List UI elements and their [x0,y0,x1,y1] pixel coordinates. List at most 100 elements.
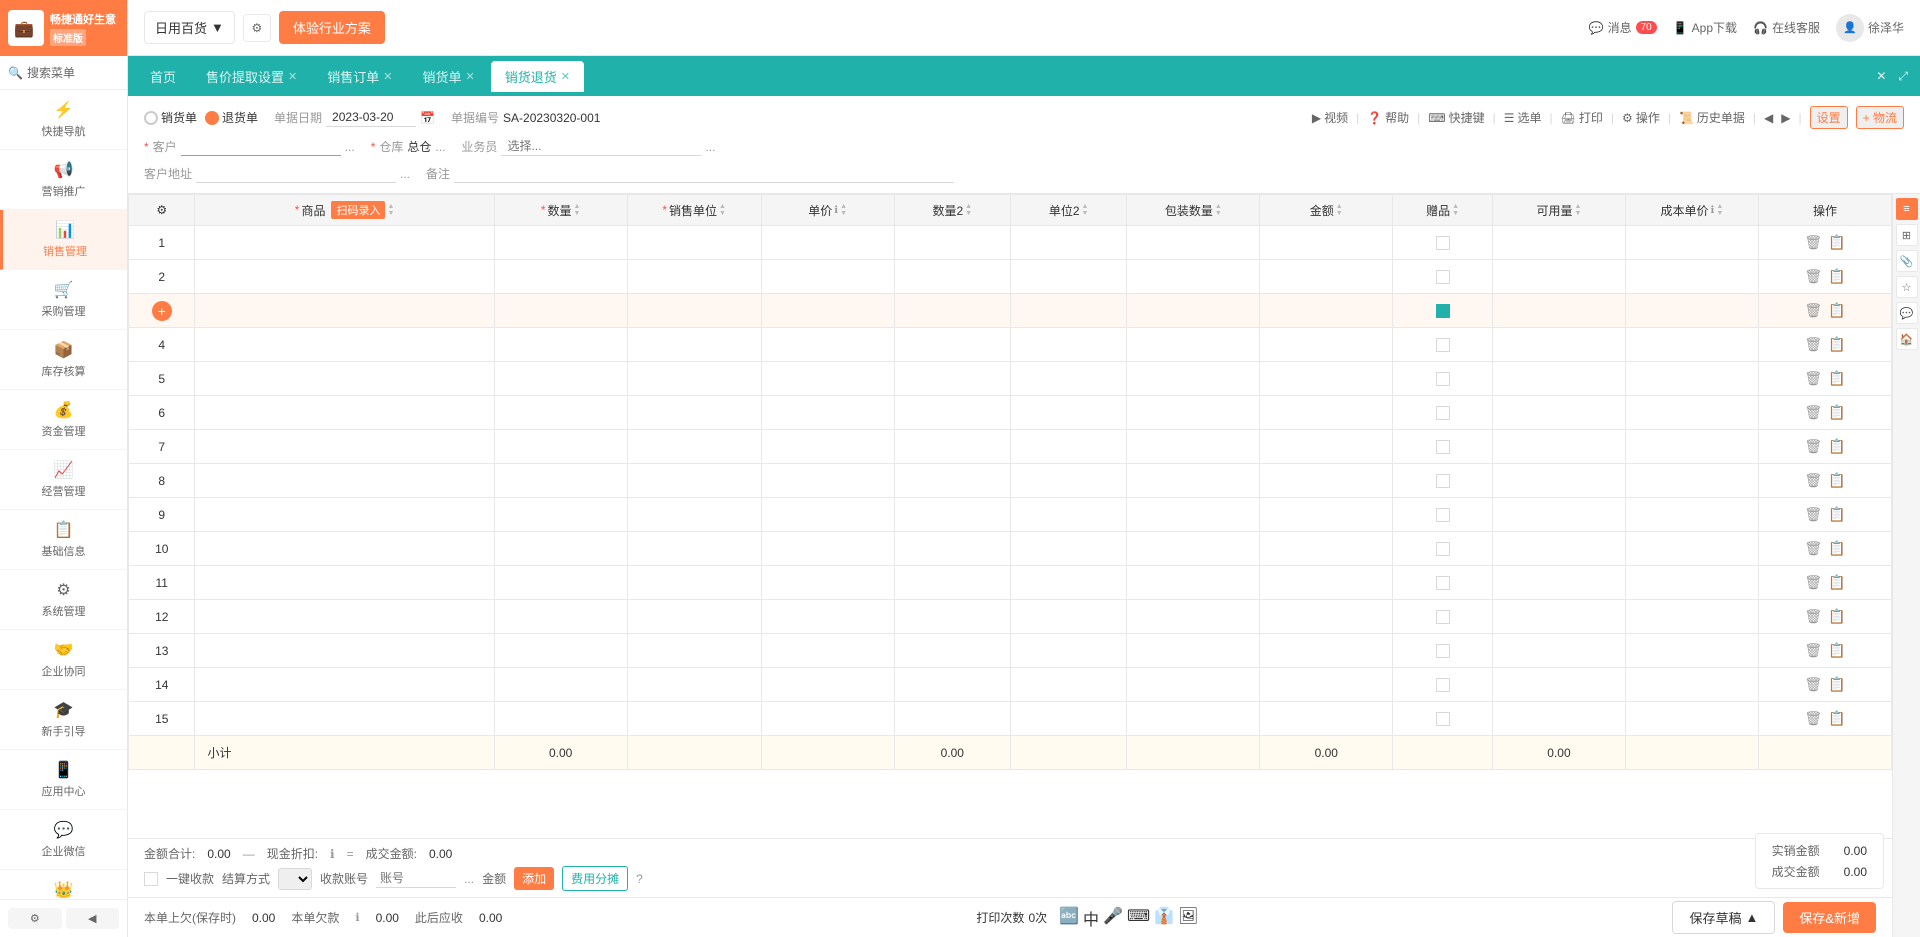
radio-return[interactable]: 退货单 [205,109,258,126]
operations-btn[interactable]: ⚙ 操作 [1622,109,1660,126]
qty2-cell[interactable] [894,226,1010,260]
qty-cell[interactable] [494,260,627,294]
note-input[interactable] [454,164,954,183]
tab-home[interactable]: 首页 [136,61,190,92]
unit2-cell[interactable] [1010,226,1126,260]
tab-close-icon[interactable]: ✕ [383,70,392,83]
delete-btn[interactable]: 🗑 [1804,506,1822,523]
comment-btn[interactable]: 💬 [1896,302,1918,324]
product-cell[interactable] [195,226,494,260]
delete-btn[interactable]: 🗑 [1804,608,1822,625]
user-profile[interactable]: 👤 徐泽华 [1836,14,1904,42]
message-btn[interactable]: 💬 消息 70 [1589,19,1657,36]
delete-btn[interactable]: 🗑 [1804,370,1822,387]
radio-sales[interactable]: 销货单 [144,109,197,126]
app-download-btn[interactable]: 📱 App下载 [1673,19,1737,36]
sidebar-collapse-btn[interactable]: ◀ [66,908,120,929]
experience-button[interactable]: 体验行业方案 [279,11,385,44]
delete-btn[interactable]: 🗑 [1804,642,1822,659]
cost-cell[interactable] [1625,294,1758,328]
sidebar-item-apps[interactable]: 📱 应用中心 [0,750,127,810]
scan-btn[interactable]: 扫码录入 [331,201,385,219]
date-input[interactable] [326,108,416,127]
fee-split-btn[interactable]: 费用分摊 [562,866,628,891]
tab-sales-delivery[interactable]: 销货单 ✕ [408,61,488,92]
sidebar-item-system[interactable]: ⚙ 系统管理 [0,570,127,630]
cash-discount-info[interactable]: ℹ [330,847,335,861]
equals-btn[interactable]: = [347,847,354,861]
copy-btn[interactable]: 📋 [1828,234,1845,251]
customer-dots[interactable]: ... [345,140,355,154]
save-new-button[interactable]: 保存&新增 [1783,902,1876,933]
delete-btn[interactable]: 🗑 [1804,438,1822,455]
gear-icon[interactable]: ⚙ [156,203,167,217]
sidebar-item-wechat[interactable]: 💬 企业微信 [0,810,127,870]
amount-cell[interactable] [1260,294,1393,328]
sidebar-item-member[interactable]: 👑 畅会员 [0,870,127,899]
star-btn[interactable]: ☆ [1896,276,1918,298]
sidebar-item-quick-nav[interactable]: ⚡ 快捷导航 [0,90,127,150]
copy-btn[interactable]: 📋 [1828,642,1845,659]
tab-sales-return[interactable]: 销货退货 ✕ [491,61,584,92]
unit-cell[interactable] [627,294,761,328]
pack-cell[interactable] [1127,260,1260,294]
qty-cell[interactable] [494,226,627,260]
sidebar-item-sales[interactable]: 📊 销售管理 [0,210,127,270]
tab-sales-order[interactable]: 销售订单 ✕ [313,61,406,92]
pack-cell[interactable] [1127,294,1260,328]
add-payment-btn[interactable]: 添加 [514,867,554,890]
sidebar-item-operations[interactable]: 📈 经营管理 [0,450,127,510]
product-input[interactable] [203,304,485,318]
save-draft-button[interactable]: 保存草稿 ▲ [1672,901,1775,934]
sidebar-item-basic[interactable]: 📋 基础信息 [0,510,127,570]
history-btn[interactable]: 📜 历史单据 [1679,109,1745,126]
amount-cell[interactable] [1260,260,1393,294]
copy-btn[interactable]: 📋 [1828,574,1845,591]
category-select[interactable]: 日用百货 ▼ [144,11,235,44]
qty-cell[interactable] [494,294,627,328]
product-cell[interactable] [195,260,494,294]
tab-close-icon[interactable]: ✕ [288,70,297,83]
select-btn[interactable]: ☰ 选单 [1504,109,1542,126]
logistics-button[interactable]: + 物流 [1856,106,1904,129]
close-tab-btn[interactable]: ✕ [1872,67,1890,85]
sidebar-item-purchase[interactable]: 🛒 采购管理 [0,270,127,330]
unit2-cell[interactable] [1010,294,1126,328]
sidebar-item-enterprise[interactable]: 🤝 企业协同 [0,630,127,690]
copy-btn[interactable]: 📋 [1828,438,1845,455]
delete-btn[interactable]: 🗑 [1804,336,1822,353]
salesperson-input[interactable] [501,137,701,156]
copy-btn[interactable]: 📋 [1828,370,1845,387]
maximize-btn[interactable]: ⤢ [1894,67,1912,86]
available-cell[interactable] [1492,260,1625,294]
pay-checkbox[interactable] [144,872,158,886]
online-service-btn[interactable]: 🎧 在线客服 [1753,19,1820,36]
add-row-button[interactable]: + [152,301,172,321]
salesperson-dots[interactable]: ... [705,140,715,154]
product-cell-active[interactable] [195,294,494,328]
shortcuts-btn[interactable]: ⌨ 快捷键 [1428,109,1484,126]
delete-btn[interactable]: 🗑 [1804,472,1822,489]
settings-button[interactable]: 设置 [1810,106,1848,129]
copy-btn[interactable]: 📋 [1828,336,1845,353]
delete-btn[interactable]: 🗑 [1804,710,1822,727]
account-dots[interactable]: ... [464,872,474,886]
copy-btn[interactable]: 📋 [1828,506,1845,523]
address-dots[interactable]: ... [400,167,410,181]
copy-btn[interactable]: 📋 [1828,472,1845,489]
delete-btn[interactable]: 🗑 [1804,302,1822,319]
price-info-icon[interactable]: ℹ [834,205,838,216]
delete-btn[interactable]: 🗑 [1804,234,1822,251]
address-input[interactable] [196,164,396,183]
nav-next-btn[interactable]: ▶ [1781,111,1790,125]
help-btn[interactable]: ❓ 帮助 [1367,109,1409,126]
price-cell[interactable] [761,260,894,294]
tab-close-icon[interactable]: ✕ [466,70,475,83]
print-btn[interactable]: 🖨 打印 [1561,109,1603,126]
tab-price-setting[interactable]: 售价提取设置 ✕ [192,61,311,92]
copy-btn[interactable]: 📋 [1828,268,1845,285]
warehouse-dots[interactable]: ... [435,140,445,154]
delete-btn[interactable]: 🗑 [1804,268,1822,285]
delete-btn[interactable]: 🗑 [1804,540,1822,557]
copy-btn[interactable]: 📋 [1828,540,1845,557]
